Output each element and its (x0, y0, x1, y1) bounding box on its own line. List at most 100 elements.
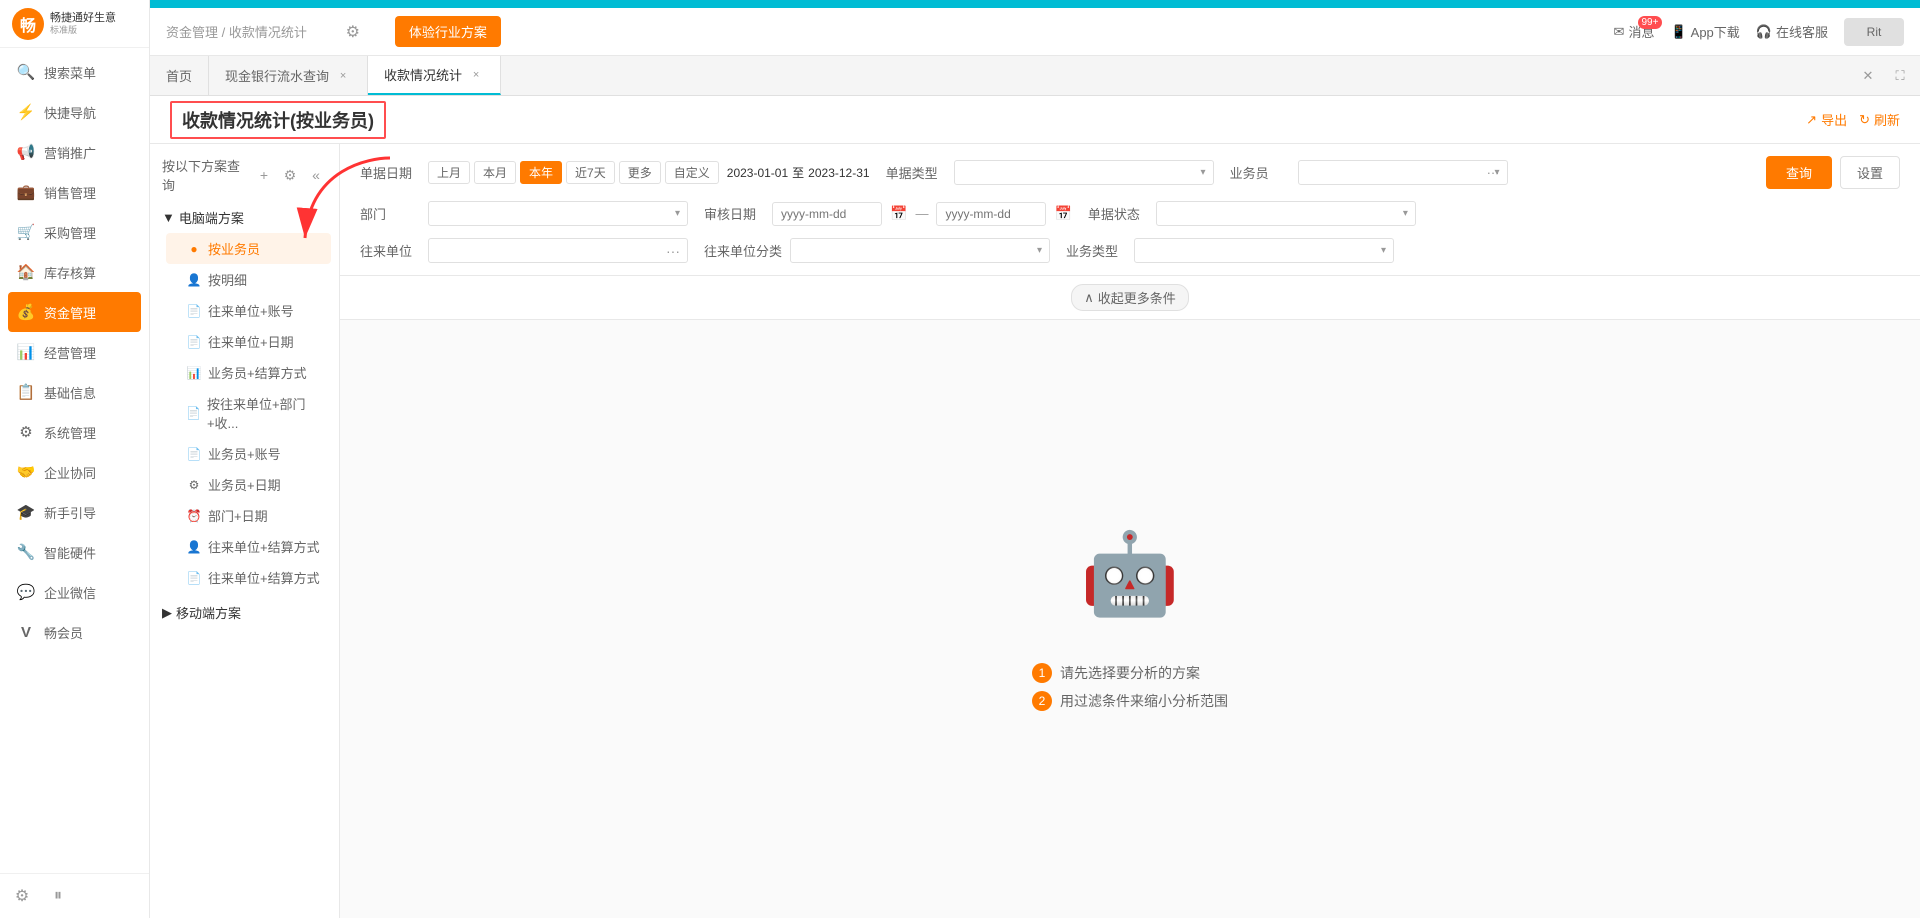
basic-icon: 📋 (16, 382, 36, 402)
audit-date-from[interactable] (772, 202, 882, 226)
main-area: 资金管理 / 收款情况统计 ⚙ 体验行业方案 ✉ 消息 99+ 📱 App下载 … (150, 0, 1920, 918)
date-btn-more[interactable]: 更多 (619, 161, 661, 184)
date-btn-last-month[interactable]: 上月 (428, 161, 470, 184)
date-btn-custom[interactable]: 自定义 (665, 161, 719, 184)
settings-bottom-icon[interactable]: ⚙ (8, 882, 36, 910)
message-btn[interactable]: ✉ 消息 99+ (1614, 22, 1655, 41)
biztype-select[interactable] (1134, 238, 1394, 263)
counterparty-input[interactable] (428, 238, 688, 263)
tab-bank-flow[interactable]: 现金银行流水查询 × (209, 56, 368, 95)
pause-icon[interactable]: ⏸ (44, 882, 72, 910)
desktop-scheme-group: ▼ 电脑端方案 ● 按业务员 👤 按明细 (158, 202, 331, 593)
scheme-item-sales-date[interactable]: ⚙ 业务员+日期 (166, 469, 331, 500)
collapse-panel-icon[interactable]: « (305, 164, 327, 186)
date-label: 单据日期 (360, 163, 420, 182)
query-btn[interactable]: 查询 (1766, 156, 1832, 189)
add-scheme-icon[interactable]: + (253, 164, 275, 186)
member-icon: V (16, 622, 36, 642)
tab-close-receipt-stats[interactable]: × (468, 67, 484, 83)
lightning-icon: ⚡ (16, 102, 36, 122)
sidebar-item-quicknav[interactable]: ⚡ 快捷导航 (0, 92, 149, 132)
logo-area: 畅 畅捷通好生意 标准版 (0, 0, 149, 48)
left-panel-actions: + ⚙ « (253, 164, 327, 186)
audit-cal-to-icon[interactable]: 📅 (1054, 205, 1071, 222)
salesperson-select-wrapper: ··· (1298, 160, 1508, 185)
sidebar: 畅 畅捷通好生意 标准版 🔍 搜索菜单 ⚡ 快捷导航 📢 营销推广 💼 销售管理… (0, 0, 150, 918)
date-btn-this-month[interactable]: 本月 (474, 161, 516, 184)
tab-close-bank-flow[interactable]: × (335, 68, 351, 84)
sidebar-nav: 🔍 搜索菜单 ⚡ 快捷导航 📢 营销推广 💼 销售管理 🛒 采购管理 🏠 库存核… (0, 48, 149, 873)
scheme-detail-icon: 👤 (186, 272, 202, 288)
dept-select[interactable] (428, 201, 688, 226)
tab-home[interactable]: 首页 (150, 56, 209, 95)
salesperson-label: 业务员 (1230, 163, 1290, 182)
scheme-ss-icon: 📊 (186, 365, 202, 381)
doctype-select[interactable] (954, 160, 1214, 185)
docstatus-label: 单据状态 (1088, 204, 1148, 223)
page-content: 收款情况统计(按业务员) ↗ 导出 ↻ 刷新 按以下方案查询 (150, 96, 1920, 918)
sidebar-item-search[interactable]: 🔍 搜索菜单 (0, 52, 149, 92)
scheme-active-icon: ● (186, 241, 202, 257)
filter-doctype-item: 单据类型 (886, 160, 1214, 185)
sidebar-item-inventory[interactable]: 🏠 库存核算 (0, 252, 149, 292)
collapse-btn[interactable]: ∧ 收起更多条件 (1071, 284, 1189, 311)
tip-1-num: 1 (1032, 663, 1052, 683)
sidebar-item-member[interactable]: V 畅会员 (0, 612, 149, 652)
tab-close-all-icon[interactable]: ✕ (1856, 64, 1880, 88)
counterparty-more-icon[interactable]: ··· (666, 243, 680, 259)
service-btn[interactable]: 🎧 在线客服 (1756, 22, 1828, 41)
date-btn-this-year[interactable]: 本年 (520, 161, 562, 184)
page-title: 收款情况统计(按业务员) (182, 111, 374, 131)
filter-counterparty-cat-item: 往来单位分类 (704, 238, 1050, 263)
salesperson-input[interactable] (1298, 160, 1508, 185)
left-panel: 按以下方案查询 + ⚙ « ▼ 电脑端方案 (150, 144, 340, 918)
sidebar-item-marketing[interactable]: 📢 营销推广 (0, 132, 149, 172)
docstatus-select[interactable] (1156, 201, 1416, 226)
sidebar-item-sales[interactable]: 💼 销售管理 (0, 172, 149, 212)
scheme-item-partner-settle2[interactable]: 📄 往来单位+结算方式 (166, 562, 331, 593)
filter-settings-btn[interactable]: 设置 (1840, 156, 1900, 189)
sidebar-item-finance[interactable]: 💰 资金管理 (8, 292, 141, 332)
desktop-scheme-items: ● 按业务员 👤 按明细 📄 往来单位+账号 (158, 233, 331, 593)
filter-area: 单据日期 上月 本月 本年 近7天 更多 自定义 2023-01-01 (340, 144, 1920, 276)
topbar-settings-icon[interactable]: ⚙ (339, 18, 367, 46)
sidebar-item-wechat[interactable]: 💬 企业微信 (0, 572, 149, 612)
scheme-item-sales-settle[interactable]: 📊 业务员+结算方式 (166, 357, 331, 388)
empty-state: 🤖 1 请先选择要分析的方案 2 用过滤条件来缩小分析范围 (340, 320, 1920, 918)
scheme-item-sales-account[interactable]: 📄 业务员+账号 (166, 438, 331, 469)
export-btn[interactable]: ↗ 导出 (1806, 110, 1847, 129)
counterparty-cat-select[interactable] (790, 238, 1050, 263)
tab-receipt-stats[interactable]: 收款情况统计 × (368, 56, 501, 95)
scheme-item-partner-date[interactable]: 📄 往来单位+日期 (166, 326, 331, 357)
date-btn-7days[interactable]: 近7天 (566, 161, 615, 184)
app-download-btn[interactable]: 📱 App下载 (1670, 22, 1739, 41)
audit-date-to[interactable] (936, 202, 1046, 226)
scheme-item-partner-account[interactable]: 📄 往来单位+账号 (166, 295, 331, 326)
scheme-item-partner-dept-collect[interactable]: 📄 按往来单位+部门+收... (166, 388, 331, 438)
sidebar-item-purchase[interactable]: 🛒 采购管理 (0, 212, 149, 252)
scheme-item-detail[interactable]: 👤 按明细 (166, 264, 331, 295)
scheme-item-by-salesperson[interactable]: ● 按业务员 (166, 233, 331, 264)
sidebar-item-basic[interactable]: 📋 基础信息 (0, 372, 149, 412)
scheme-item-dept-date[interactable]: ⏰ 部门+日期 (166, 500, 331, 531)
avatar[interactable]: Rit (1844, 18, 1904, 46)
desktop-scheme-title[interactable]: ▼ 电脑端方案 (158, 202, 331, 233)
breadcrumb: 资金管理 / 收款情况统计 (166, 22, 307, 41)
mobile-scheme-title[interactable]: ▶ 移动端方案 (158, 597, 331, 628)
tip-2-text: 用过滤条件来缩小分析范围 (1060, 691, 1228, 711)
audit-cal-from-icon[interactable]: 📅 (890, 205, 907, 222)
salesperson-more-icon[interactable]: ··· (1487, 165, 1500, 180)
tab-maximize-icon[interactable]: ⛶ (1888, 64, 1912, 88)
sidebar-item-hardware[interactable]: 🔧 智能硬件 (0, 532, 149, 572)
sidebar-item-system[interactable]: ⚙ 系统管理 (0, 412, 149, 452)
teal-accent-bar (150, 0, 1920, 8)
filter-row-2: 部门 审核日期 📅 — 📅 (360, 201, 1900, 226)
refresh-btn[interactable]: ↻ 刷新 (1859, 110, 1900, 129)
scheme-settings-icon[interactable]: ⚙ (279, 164, 301, 186)
scheme-item-partner-settle1[interactable]: 👤 往来单位+结算方式 (166, 531, 331, 562)
page-header-actions: ↗ 导出 ↻ 刷新 (1806, 110, 1900, 129)
sidebar-item-collab[interactable]: 🤝 企业协同 (0, 452, 149, 492)
sidebar-item-guide[interactable]: 🎓 新手引导 (0, 492, 149, 532)
trial-btn[interactable]: 体验行业方案 (395, 16, 501, 47)
sidebar-item-operations[interactable]: 📊 经营管理 (0, 332, 149, 372)
